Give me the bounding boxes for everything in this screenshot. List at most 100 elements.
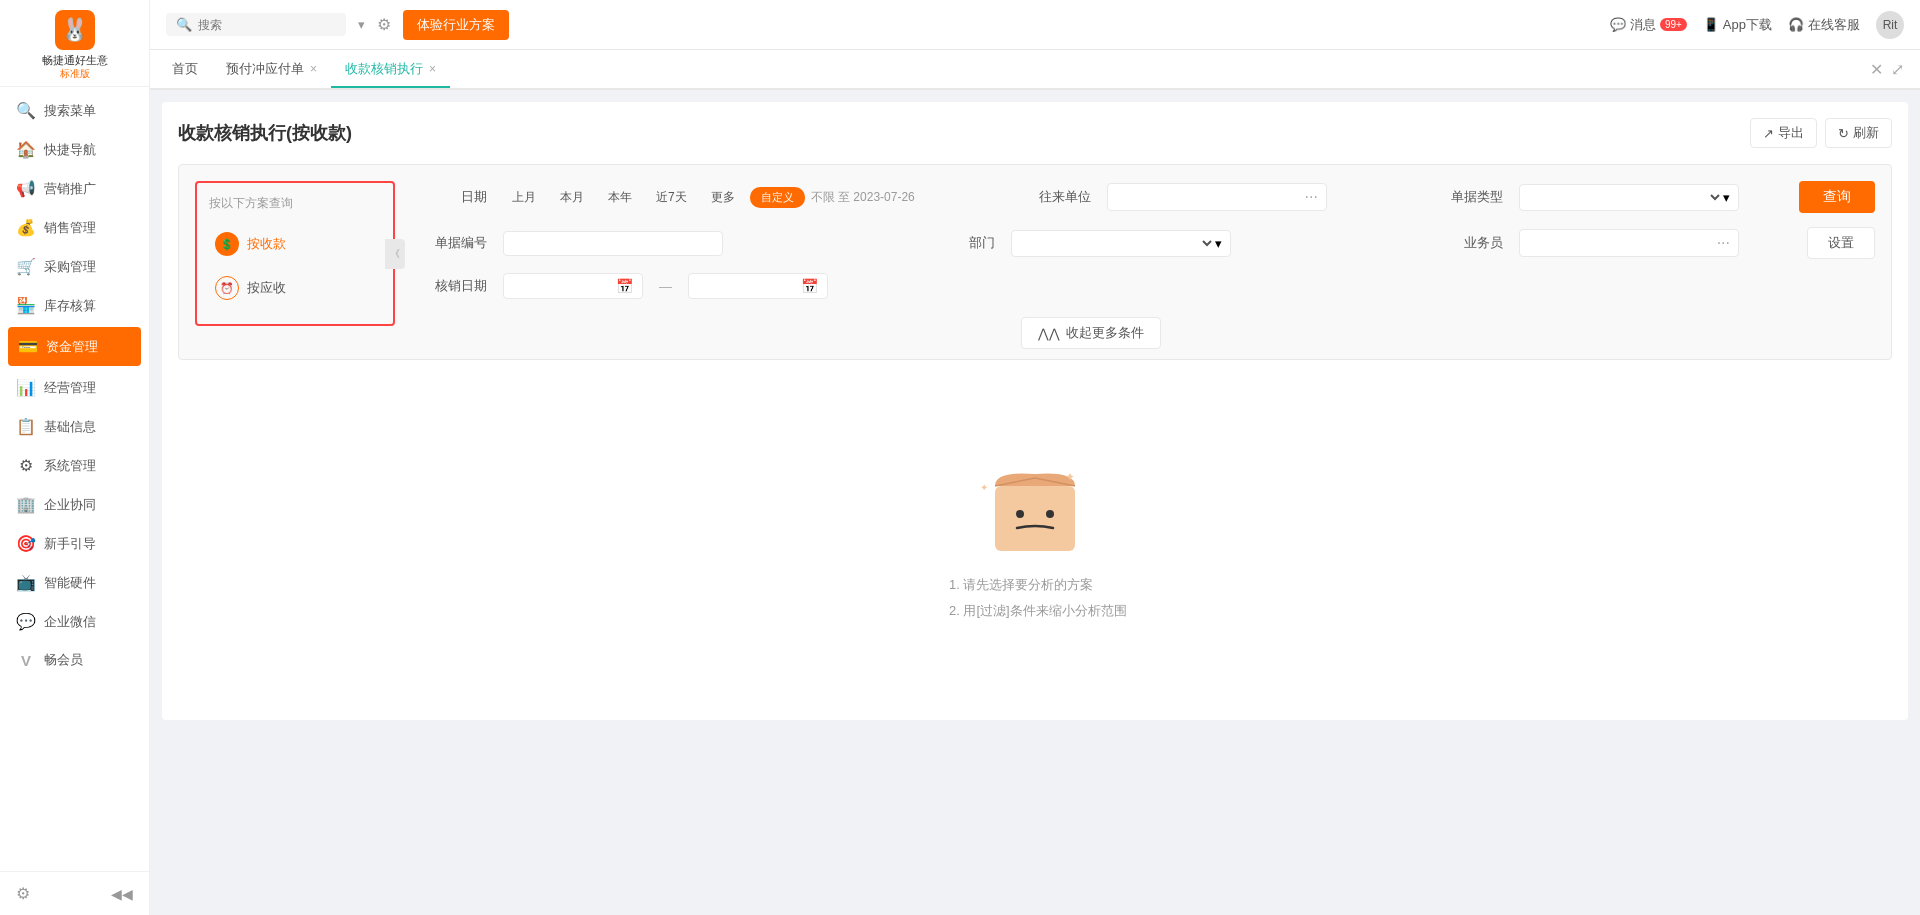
tabs-bar: 首页 预付冲应付单 × 收款核销执行 × ✕ ⤢ [150, 50, 1920, 90]
doc-type-dropdown[interactable] [1528, 189, 1723, 206]
date-btn-more[interactable]: 更多 [702, 186, 744, 209]
sidebar-item-purchase[interactable]: 🛒 采购管理 [0, 247, 149, 286]
sidebar-settings-icon[interactable]: ⚙ [16, 884, 30, 903]
sidebar-item-quick-nav[interactable]: 🏠 快捷导航 [0, 130, 149, 169]
export-button[interactable]: ↗ 导出 [1750, 118, 1817, 148]
verify-date-start-input[interactable]: 2023-03-01 📅 [503, 273, 643, 299]
marketing-icon: 📢 [16, 179, 36, 198]
app-icon: 📱 [1703, 17, 1719, 32]
settings-button[interactable]: 设置 [1807, 227, 1875, 259]
doc-number-input[interactable] [503, 231, 723, 256]
sidebar-item-vip[interactable]: V 畅会员 [0, 641, 149, 679]
query-button[interactable]: 查询 [1799, 181, 1875, 213]
header-dropdown-icon[interactable]: ▾ [358, 17, 365, 32]
logo-icon: 🐰 [55, 10, 95, 50]
sidebar-item-enterprise[interactable]: 🏢 企业协同 [0, 485, 149, 524]
verify-date-end-field[interactable]: 2023-07-21 [697, 279, 797, 294]
page-inner: 收款核销执行(按收款) ↗ 导出 ↻ 刷新 按以下 [162, 102, 1908, 720]
service-icon: 🎧 [1788, 17, 1804, 32]
svg-point-2 [1046, 510, 1054, 518]
doc-number-field[interactable] [512, 236, 714, 251]
date-btn-this-year[interactable]: 本年 [599, 186, 641, 209]
panel-collapse-arrow[interactable]: 《 [385, 239, 405, 269]
date-btn-this-month[interactable]: 本月 [551, 186, 593, 209]
page-toolbar: ↗ 导出 ↻ 刷新 [1750, 118, 1892, 148]
sidebar-item-marketing[interactable]: 📢 营销推广 [0, 169, 149, 208]
tab-receipts-close[interactable]: × [429, 62, 436, 76]
doc-type-select[interactable]: ▾ [1519, 184, 1739, 211]
header-search-input[interactable] [198, 18, 318, 32]
user-avatar: Rit [1876, 11, 1904, 39]
close-window-icon[interactable]: ✕ [1870, 60, 1883, 79]
message-button[interactable]: 💬 消息 99+ [1610, 16, 1687, 34]
svg-text:✦: ✦ [980, 482, 988, 493]
verify-date-start-field[interactable]: 2023-03-01 [512, 279, 612, 294]
calendar-start-icon[interactable]: 📅 [616, 278, 633, 294]
dept-select[interactable]: ▾ [1011, 230, 1231, 257]
tab-prepay[interactable]: 预付冲应付单 × [212, 52, 331, 88]
sidebar-item-inventory[interactable]: 🏪 库存核算 [0, 286, 149, 325]
message-badge: 99+ [1660, 18, 1687, 31]
sidebar-item-sales[interactable]: 💰 销售管理 [0, 208, 149, 247]
filter-row-1: 日期 上月 本月 本年 近7天 更多 自定义 不限 至 2023-07-26 [427, 181, 1875, 213]
header-search-box[interactable]: 🔍 [166, 13, 346, 36]
refresh-button[interactable]: ↻ 刷新 [1825, 118, 1892, 148]
search-menu-icon: 🔍 [16, 101, 36, 120]
user-profile-button[interactable]: Rit [1876, 11, 1904, 39]
app-download-button[interactable]: 📱 App下载 [1703, 16, 1772, 34]
sidebar-item-guide[interactable]: 🎯 新手引导 [0, 524, 149, 563]
filter-row-3: 核销日期 2023-03-01 📅 — 2023-07-21 📅 [427, 273, 1875, 299]
empty-text: 请先选择要分析的方案 用[过滤]条件来缩小分析范围 [943, 572, 1126, 624]
query-option-by-receivable[interactable]: ⏰ 按应收 [205, 268, 385, 308]
chevron-down-icon: ▾ [1723, 190, 1730, 205]
counterparty-field[interactable] [1116, 190, 1301, 205]
tab-receipts[interactable]: 收款核销执行 × [331, 52, 450, 88]
sidebar-item-search[interactable]: 🔍 搜索菜单 [0, 91, 149, 130]
industry-solution-button[interactable]: 体验行业方案 [403, 10, 509, 40]
date-btn-7days[interactable]: 近7天 [647, 186, 696, 209]
date-btn-custom[interactable]: 自定义 [750, 187, 805, 208]
basic-info-icon: 📋 [16, 417, 36, 436]
empty-state-image: ✦ ✦ [975, 456, 1095, 556]
date-btn-last-month[interactable]: 上月 [503, 186, 545, 209]
query-option-by-receipt[interactable]: 💲 按收款 [205, 224, 385, 264]
wechat-icon: 💬 [16, 612, 36, 631]
customer-service-button[interactable]: 🎧 在线客服 [1788, 16, 1860, 34]
tab-home[interactable]: 首页 [158, 52, 212, 88]
header-actions: 💬 消息 99+ 📱 App下载 🎧 在线客服 Rit [1610, 11, 1904, 39]
dept-dropdown[interactable] [1020, 235, 1215, 252]
collapse-more-button[interactable]: ⋀⋀ 收起更多条件 [1021, 317, 1161, 349]
verify-date-end-input[interactable]: 2023-07-21 📅 [688, 273, 828, 299]
by-receipt-icon: 💲 [215, 232, 239, 256]
top-header: 🔍 ▾ ⚙ 体验行业方案 💬 消息 99+ 📱 App下载 🎧 在线客服 R [150, 0, 1920, 50]
tab-window-buttons: ✕ ⤢ [1870, 60, 1912, 79]
counterparty-input[interactable]: ··· [1107, 183, 1327, 211]
date-separator: — [659, 279, 672, 294]
salesperson-field[interactable] [1528, 236, 1713, 251]
funds-icon: 💳 [18, 337, 38, 356]
sidebar-item-system[interactable]: ⚙ 系统管理 [0, 446, 149, 485]
sidebar-item-basic-info[interactable]: 📋 基础信息 [0, 407, 149, 446]
salesperson-input[interactable]: ··· [1519, 229, 1739, 257]
counterparty-more-icon[interactable]: ··· [1305, 188, 1318, 206]
sidebar-collapse-icon[interactable]: ◀◀ [111, 886, 133, 902]
salesperson-more-icon[interactable]: ··· [1717, 234, 1730, 252]
tab-prepay-close[interactable]: × [310, 62, 317, 76]
sidebar-item-funds[interactable]: 💳 资金管理 [8, 327, 141, 366]
expand-window-icon[interactable]: ⤢ [1891, 60, 1904, 79]
hardware-icon: 📺 [16, 573, 36, 592]
calendar-end-icon[interactable]: 📅 [801, 278, 818, 294]
dept-chevron-icon: ▾ [1215, 236, 1222, 251]
header-settings-icon[interactable]: ⚙ [377, 15, 391, 34]
search-icon: 🔍 [176, 17, 192, 32]
sidebar-item-hardware[interactable]: 📺 智能硬件 [0, 563, 149, 602]
empty-illustration: ✦ ✦ [975, 456, 1095, 556]
sidebar-bottom: ⚙ ◀◀ [0, 871, 149, 915]
sidebar-item-operations[interactable]: 📊 经营管理 [0, 368, 149, 407]
empty-state: ✦ ✦ 请先选择要分析的方案 用[过滤]条件来缩小分析范围 [178, 376, 1892, 704]
app-logo: 🐰 畅捷通好生意 标准版 [0, 0, 149, 87]
sales-icon: 💰 [16, 218, 36, 237]
by-receivable-icon: ⏰ [215, 276, 239, 300]
doc-type-label: 单据类型 [1443, 188, 1503, 206]
sidebar-item-wechat[interactable]: 💬 企业微信 [0, 602, 149, 641]
